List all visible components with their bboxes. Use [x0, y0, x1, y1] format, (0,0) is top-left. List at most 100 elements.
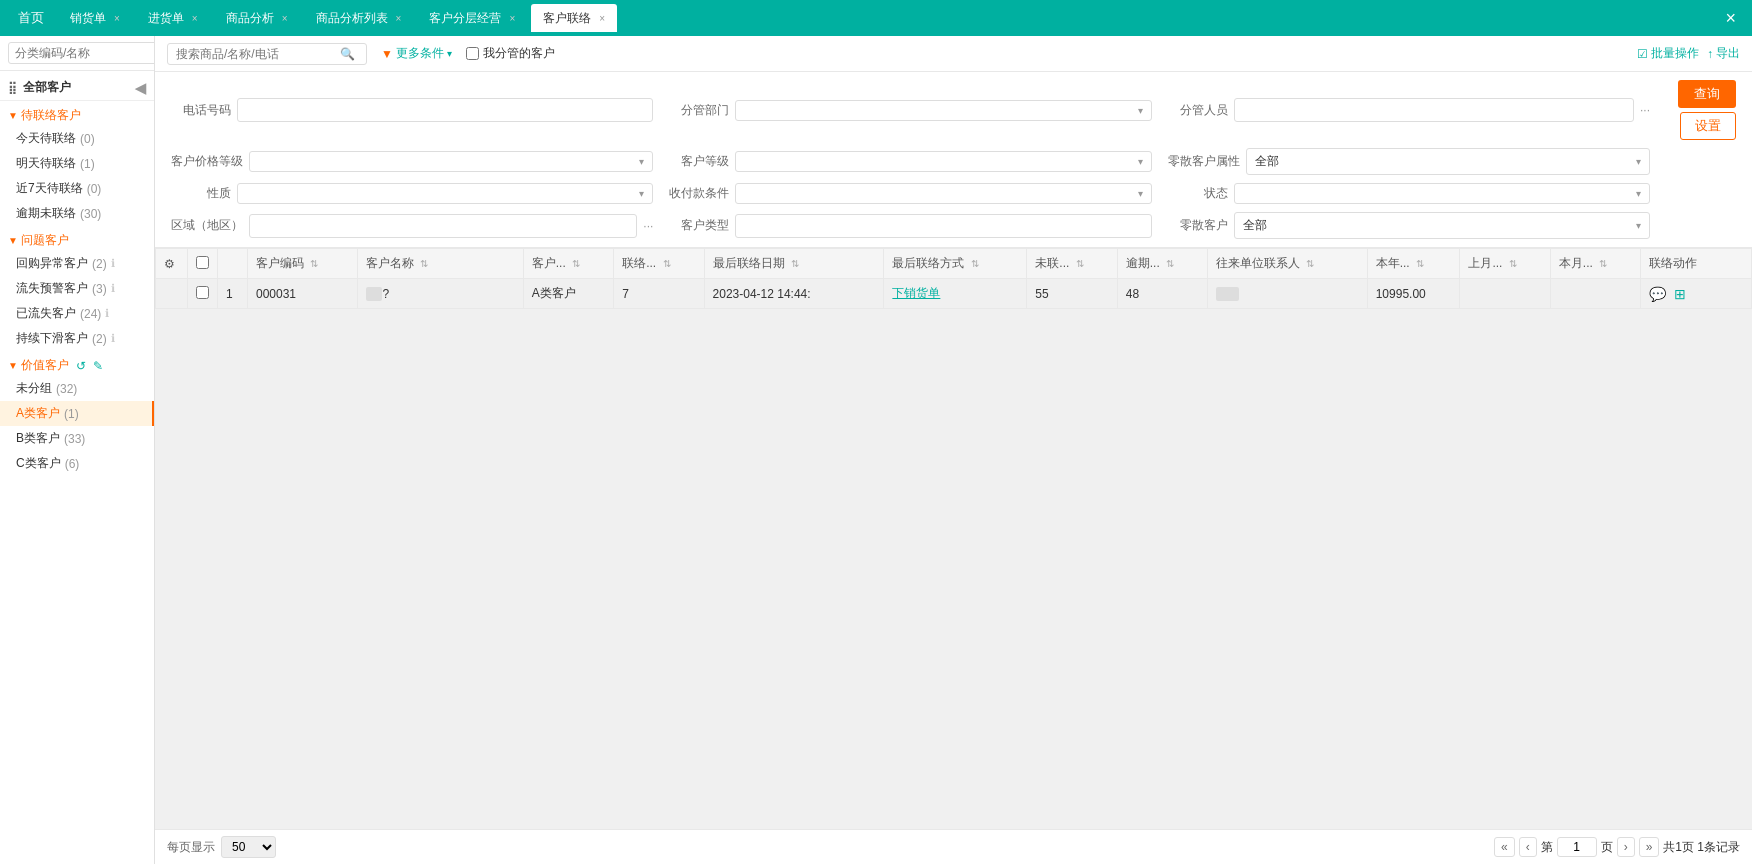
sidebar-search-input[interactable]	[8, 42, 155, 64]
filter-customer-type-label: 客户类型	[669, 217, 729, 234]
close-icon[interactable]: ×	[282, 13, 288, 24]
setting-button[interactable]: 设置	[1680, 112, 1736, 140]
col-name[interactable]: 客户名称 ⇅	[357, 249, 523, 279]
search-icon[interactable]: 🔍	[340, 47, 355, 61]
per-page-select[interactable]: 50 100 200	[221, 836, 276, 858]
sidebar-group-problem[interactable]: ▼ 问题客户	[0, 226, 154, 251]
filter-customer-level-select[interactable]: ▾	[735, 151, 1151, 172]
filter-region-input[interactable]	[249, 214, 637, 238]
sort-icon[interactable]: ⇅	[791, 258, 799, 269]
col-category[interactable]: 客户... ⇅	[523, 249, 613, 279]
col-checkbox[interactable]	[188, 249, 218, 279]
nav-tab-product-analysis[interactable]: 商品分析 ×	[214, 4, 300, 32]
col-unit-contact[interactable]: 往来单位联系人 ⇅	[1208, 249, 1368, 279]
col-this-year[interactable]: 本年... ⇅	[1367, 249, 1460, 279]
row-checkbox[interactable]	[196, 286, 209, 299]
col-no-contact[interactable]: 未联... ⇅	[1027, 249, 1117, 279]
grid-action-icon[interactable]: ⊞	[1674, 286, 1686, 302]
filter-dept-select[interactable]: ▾	[735, 100, 1151, 121]
export-button[interactable]: ↑ 导出	[1707, 45, 1740, 62]
nav-tab-customer-tier[interactable]: 客户分层经营 ×	[417, 4, 527, 32]
filter-customer-type-input[interactable]	[735, 214, 1151, 238]
my-customer-checkbox-label[interactable]: 我分管的客户	[466, 45, 555, 62]
col-overdue[interactable]: 逾期... ⇅	[1117, 249, 1207, 279]
sidebar-item-tomorrow-pending[interactable]: 明天待联络 (1)	[0, 151, 154, 176]
close-icon[interactable]: ×	[599, 13, 605, 24]
batch-operation-button[interactable]: ☑ 批量操作	[1637, 45, 1699, 62]
comment-icon[interactable]: 💬	[1649, 286, 1666, 302]
nav-tab-purchase[interactable]: 进货单 ×	[136, 4, 210, 32]
ellipsis-icon[interactable]: ···	[1640, 103, 1650, 117]
sidebar-group-value[interactable]: ▼ 价值客户 ↺ ✎	[0, 351, 154, 376]
my-customer-checkbox[interactable]	[466, 47, 479, 60]
sort-icon[interactable]: ⇅	[1416, 258, 1424, 269]
prev-page-button[interactable]: ‹	[1519, 837, 1537, 857]
sort-icon[interactable]: ⇅	[1509, 258, 1517, 269]
filter-phone-input[interactable]	[237, 98, 653, 122]
edit-icon[interactable]: ✎	[93, 359, 103, 373]
sidebar-item-churned[interactable]: 已流失客户 (24) ℹ	[0, 301, 154, 326]
sidebar-collapse-icon[interactable]: ◀	[135, 80, 146, 96]
row-checkbox-cell[interactable]	[188, 279, 218, 309]
col-this-month[interactable]: 本月... ⇅	[1550, 249, 1640, 279]
sidebar-item-7days-pending[interactable]: 近7天待联络 (0)	[0, 176, 154, 201]
filter-retail-attr-select[interactable]: 全部 ▾	[1246, 148, 1650, 175]
row-last-method-cell[interactable]: 下销货单	[884, 279, 1027, 309]
filter-manager: 分管人员 ···	[1168, 98, 1650, 122]
chevron-down-icon: ▾	[447, 48, 452, 59]
query-button[interactable]: 查询	[1678, 80, 1736, 108]
sidebar-item-unclassified[interactable]: 未分组 (32)	[0, 376, 154, 401]
sort-icon[interactable]: ⇅	[420, 258, 428, 269]
filter-nature-select[interactable]: ▾	[237, 183, 653, 204]
sidebar-group-pending[interactable]: ▼ 待联络客户	[0, 101, 154, 126]
sidebar-item-class-c[interactable]: C类客户 (6)	[0, 451, 154, 476]
last-page-button[interactable]: »	[1639, 837, 1660, 857]
close-icon[interactable]: ×	[192, 13, 198, 24]
col-last-date[interactable]: 最后联络日期 ⇅	[704, 249, 884, 279]
col-code[interactable]: 客户编码 ⇅	[248, 249, 358, 279]
page-number-input[interactable]	[1557, 837, 1597, 857]
sidebar-item-declining[interactable]: 持续下滑客户 (2) ℹ	[0, 326, 154, 351]
sidebar-item-churn-warning[interactable]: 流失预警客户 (3) ℹ	[0, 276, 154, 301]
nav-tab-product-analysis-list[interactable]: 商品分析列表 ×	[304, 4, 414, 32]
refresh-icon[interactable]: ↺	[76, 359, 86, 373]
filter-status-select[interactable]: ▾	[1234, 183, 1650, 204]
sort-icon[interactable]: ⇅	[572, 258, 580, 269]
sort-icon[interactable]: ⇅	[310, 258, 318, 269]
filter-manager-input[interactable]	[1234, 98, 1634, 122]
sidebar-item-repurchase-abnormal[interactable]: 回购异常客户 (2) ℹ	[0, 251, 154, 276]
filter-retail-customer-select[interactable]: 全部 ▾	[1234, 212, 1650, 239]
nav-tab-sales[interactable]: 销货单 ×	[58, 4, 132, 32]
next-page-button[interactable]: ›	[1617, 837, 1635, 857]
ellipsis-icon[interactable]: ···	[643, 219, 653, 233]
gear-icon[interactable]: ⚙	[164, 257, 175, 271]
last-method-link[interactable]: 下销货单	[892, 286, 940, 300]
nav-home-button[interactable]: 首页	[8, 5, 54, 31]
col-gear[interactable]: ⚙	[156, 249, 188, 279]
sort-icon[interactable]: ⇅	[1599, 258, 1607, 269]
sort-icon[interactable]: ⇅	[971, 258, 979, 269]
nav-tab-customer-contact[interactable]: 客户联络 ×	[531, 4, 617, 32]
filter-retail-attr-label: 零散客户属性	[1168, 153, 1240, 170]
sort-icon[interactable]: ⇅	[1306, 258, 1314, 269]
window-close-button[interactable]: ×	[1717, 8, 1744, 29]
sidebar-item-class-b[interactable]: B类客户 (33)	[0, 426, 154, 451]
search-input[interactable]	[176, 47, 336, 61]
sidebar-item-today-pending[interactable]: 今天待联络 (0)	[0, 126, 154, 151]
sort-icon[interactable]: ⇅	[1166, 258, 1174, 269]
close-icon[interactable]: ×	[509, 13, 515, 24]
close-icon[interactable]: ×	[114, 13, 120, 24]
close-icon[interactable]: ×	[396, 13, 402, 24]
sort-icon[interactable]: ⇅	[1076, 258, 1084, 269]
col-last-method[interactable]: 最后联络方式 ⇅	[884, 249, 1027, 279]
filter-payment-select[interactable]: ▾	[735, 183, 1151, 204]
sort-icon[interactable]: ⇅	[663, 258, 671, 269]
sidebar-item-class-a[interactable]: A类客户 (1)	[0, 401, 154, 426]
sidebar-item-overdue-pending[interactable]: 逾期未联络 (30)	[0, 201, 154, 226]
select-all-checkbox[interactable]	[196, 256, 209, 269]
col-last-month[interactable]: 上月... ⇅	[1460, 249, 1550, 279]
first-page-button[interactable]: «	[1494, 837, 1515, 857]
filter-price-level-select[interactable]: ▾	[249, 151, 653, 172]
filter-more-button[interactable]: ▼ 更多条件 ▾	[375, 42, 458, 65]
col-contact[interactable]: 联络... ⇅	[614, 249, 704, 279]
